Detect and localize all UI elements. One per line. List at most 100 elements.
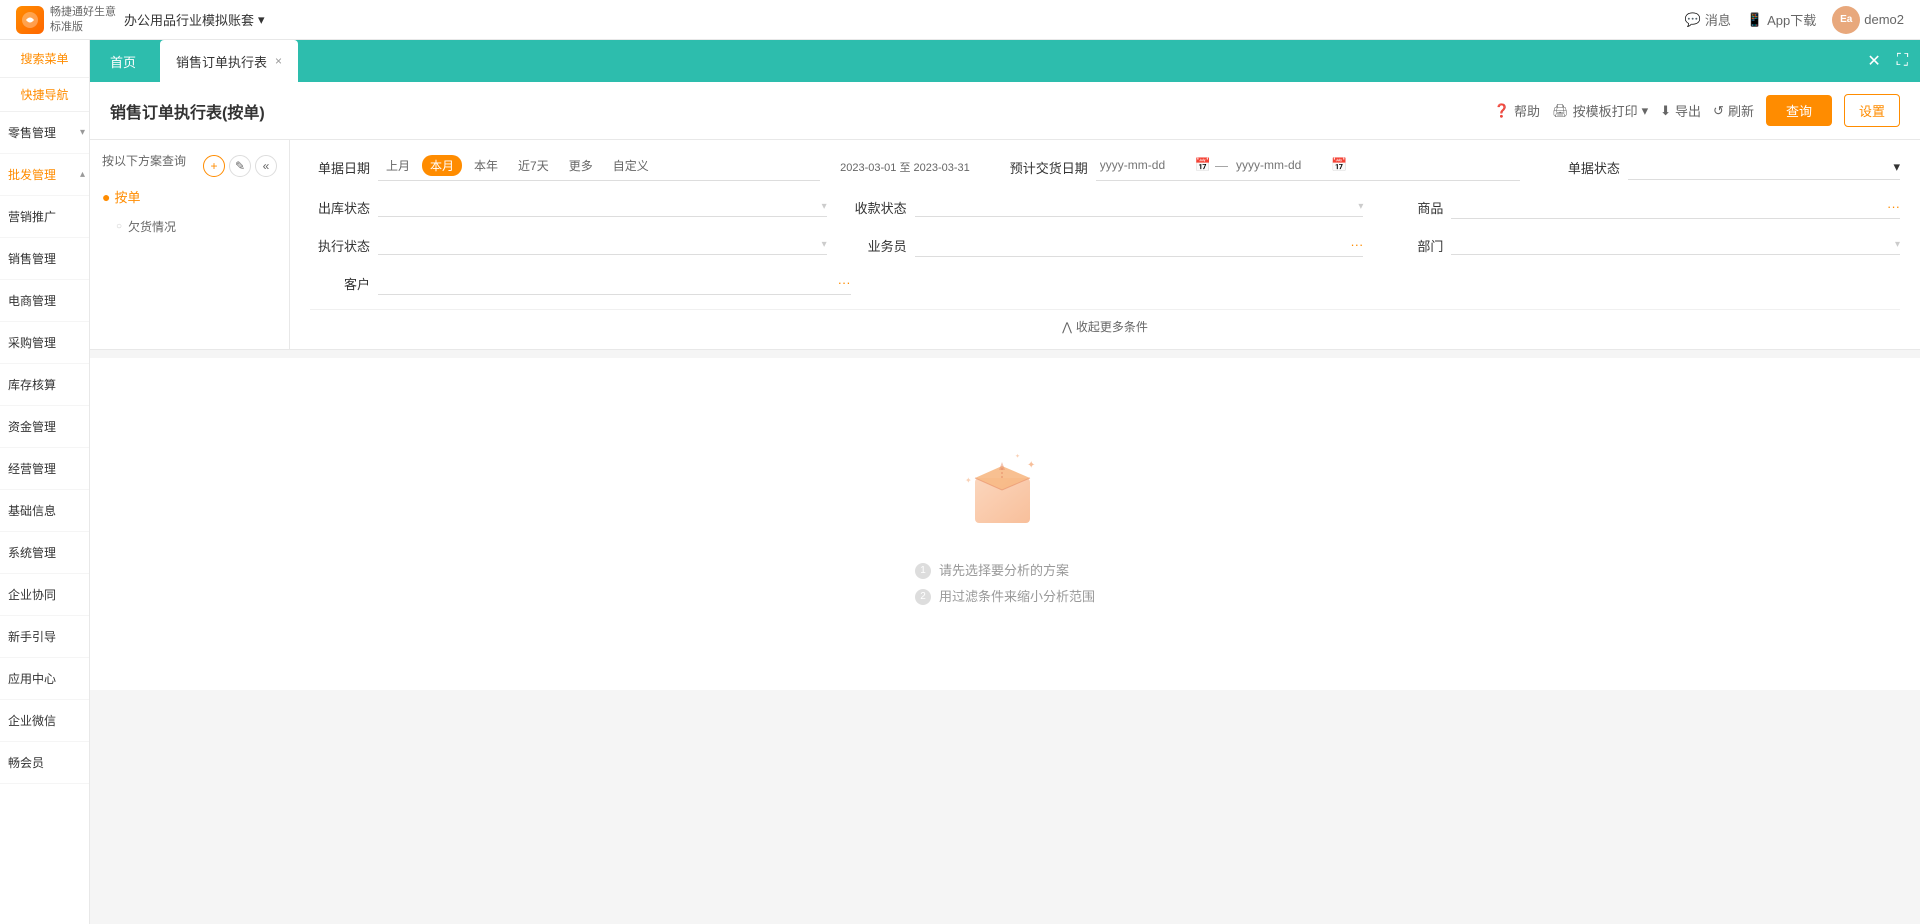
collection-status-select[interactable]: ▾ [915, 197, 1364, 217]
sidebar-item-wholesale[interactable]: 批发管理 ▴ [0, 154, 89, 196]
sidebar-item-newbie[interactable]: 新手引导 [0, 616, 89, 658]
collection-status-label: 收款状态 [847, 198, 907, 217]
empty-steps: 1 请先选择要分析的方案 2 用过滤条件来缩小分析范围 [915, 558, 1095, 610]
logo-text: 畅捷通好生意 标准版 [50, 5, 116, 34]
help-action[interactable]: ❓ 帮助 [1494, 101, 1540, 120]
doc-status-label: 单据状态 [1560, 158, 1620, 177]
sidebar-item-operation[interactable]: 经营管理 [0, 448, 89, 490]
edit-scheme-button[interactable]: ✎ [229, 155, 251, 177]
filter-main: 按以下方案查询 + ✎ « ● 按单 [90, 140, 1920, 349]
empty-state: ✦ ✦ ✦ 1 请先选择要分析的方案 2 用过滤条件来缩小分析范围 [90, 358, 1920, 690]
sidebar-item-app-center[interactable]: 应用中心 [0, 658, 89, 700]
tab-this-month[interactable]: 本月 [422, 155, 462, 176]
app-download-action[interactable]: 📱 App下载 [1747, 10, 1816, 29]
chevron-up-icon: ▴ [80, 169, 85, 180]
collapse-filter-button[interactable]: ⋀ 收起更多条件 [310, 309, 1900, 335]
tab-home[interactable]: 首页 [90, 40, 156, 82]
empty-illustration: ✦ ✦ ✦ [955, 438, 1055, 538]
filter-right-panel: 单据日期 上月 本月 本年 近7天 更多 自定义 [290, 140, 1920, 349]
doc-status-select[interactable]: ▾ [1628, 155, 1900, 180]
settings-button[interactable]: 设置 [1844, 94, 1900, 127]
customer-field: 客户 ··· [310, 271, 851, 295]
tab-more[interactable]: 更多 [561, 155, 601, 176]
goods-label: 商品 [1383, 198, 1443, 217]
tab-last-month[interactable]: 上月 [378, 155, 418, 176]
maximize-icon[interactable]: ⛶ [1893, 48, 1912, 74]
dept-select[interactable]: ▾ [1451, 235, 1900, 255]
sidebar-item-basic-info[interactable]: 基础信息 [0, 490, 89, 532]
filter-row-1: 单据日期 上月 本月 本年 近7天 更多 自定义 [310, 154, 1900, 181]
message-icon: 💬 [1685, 12, 1701, 28]
sidebar-search[interactable]: 搜索菜单 [0, 40, 89, 78]
dept-field: 部门 ▾ [1383, 235, 1900, 255]
expected-date-field: 预计交货日期 📅 — 📅 [1010, 154, 1520, 181]
tab-this-year[interactable]: 本年 [466, 155, 506, 176]
sidebar: 搜索菜单 快捷导航 零售管理 ▾ 批发管理 ▴ 营销推广 销售管理 电商管理 采… [0, 40, 90, 924]
sidebar-item-marketing[interactable]: 营销推广 [0, 196, 89, 238]
tab-custom[interactable]: 自定义 [605, 155, 657, 176]
date-field-label: 单据日期 [310, 158, 370, 177]
collapse-panel-button[interactable]: « [255, 155, 277, 177]
sidebar-item-purchase[interactable]: 采购管理 [0, 322, 89, 364]
user-action[interactable]: Ea demo2 [1832, 6, 1904, 34]
logo-area: 畅捷通好生意 标准版 [16, 5, 116, 34]
top-bar: 畅捷通好生意 标准版 办公用品行业模拟账套 ▾ 💬 消息 📱 App下载 Ea … [0, 0, 1920, 40]
help-icon: ❓ [1494, 103, 1510, 119]
sidebar-item-retail[interactable]: 零售管理 ▾ [0, 112, 89, 154]
page-title: 销售订单执行表(按单) [110, 99, 265, 123]
tab-sales-order[interactable]: 销售订单执行表 × [160, 40, 298, 82]
empty-step-1: 1 请先选择要分析的方案 [915, 558, 1095, 584]
calendar-end-icon[interactable]: 📅 [1331, 157, 1347, 173]
tab-last-7-days[interactable]: 近7天 [510, 155, 557, 176]
sidebar-item-wechat[interactable]: 企业微信 [0, 700, 89, 742]
sidebar-quick-nav[interactable]: 快捷导航 [0, 78, 89, 112]
sidebar-item-ecommerce[interactable]: 电商管理 [0, 280, 89, 322]
sidebar-item-enterprise[interactable]: 企业协同 [0, 574, 89, 616]
query-button[interactable]: 查询 [1766, 95, 1832, 126]
sidebar-item-inventory[interactable]: 库存核算 [0, 364, 89, 406]
customer-more-icon[interactable]: ··· [838, 275, 851, 290]
out-status-label: 出库状态 [310, 198, 370, 217]
salesperson-more-icon[interactable]: ··· [1350, 237, 1363, 252]
add-scheme-button[interactable]: + [203, 155, 225, 177]
exec-status-select[interactable]: ▾ [378, 235, 827, 255]
dept-label: 部门 [1383, 236, 1443, 255]
goods-more-icon[interactable]: ··· [1887, 199, 1900, 214]
goods-field: 商品 ··· [1383, 195, 1900, 219]
out-status-select[interactable]: ▾ [378, 197, 827, 217]
scheme-name[interactable]: ● 按单 [102, 187, 140, 206]
print-icon: 🖨 [1552, 103, 1569, 119]
filter-row-3: 执行状态 ▾ 业务员 ··· [310, 233, 1900, 257]
sidebar-item-member[interactable]: 畅会员 [0, 742, 89, 784]
close-window-icon[interactable]: ✕ [1863, 47, 1884, 75]
template-print-action[interactable]: 🖨 按模板打印 ▾ [1552, 101, 1648, 120]
chevron-right-icon: ▾ [80, 127, 85, 138]
page-header: 销售订单执行表(按单) ❓ 帮助 🖨 按模板打印 ▾ ⬇ 导出 [90, 82, 1920, 140]
collection-arrow-icon: ▾ [1358, 201, 1363, 212]
sidebar-item-capital[interactable]: 资金管理 [0, 406, 89, 448]
logo-icon [16, 6, 44, 34]
message-action[interactable]: 💬 消息 [1685, 10, 1731, 29]
expected-date-end-input[interactable] [1232, 154, 1327, 176]
page-content: 销售订单执行表(按单) ❓ 帮助 🖨 按模板打印 ▾ ⬇ 导出 [90, 82, 1920, 924]
calendar-start-icon[interactable]: 📅 [1195, 157, 1211, 173]
dept-arrow-icon: ▾ [1895, 239, 1900, 250]
filter-left-panel: 按以下方案查询 + ✎ « ● 按单 [90, 140, 290, 349]
expected-date-start-input[interactable] [1096, 154, 1191, 176]
doc-status-field: 单据状态 ▾ [1560, 155, 1900, 180]
svg-text:✦: ✦ [1015, 453, 1020, 460]
page-actions: ❓ 帮助 🖨 按模板打印 ▾ ⬇ 导出 ↺ 刷新 [1494, 94, 1900, 127]
tab-close-icon[interactable]: × [275, 54, 282, 68]
exec-status-arrow-icon: ▾ [822, 239, 827, 250]
date-field: 单据日期 上月 本月 本年 近7天 更多 自定义 [310, 155, 820, 181]
export-action[interactable]: ⬇ 导出 [1660, 101, 1701, 120]
step2-num: 2 [915, 589, 931, 605]
refresh-action[interactable]: ↺ 刷新 [1713, 101, 1754, 120]
scheme-sub-shortage[interactable]: ○ 欠货情况 [102, 214, 277, 239]
app-selector[interactable]: 办公用品行业模拟账套 ▾ [124, 10, 265, 29]
tab-bar-actions: ✕ ⛶ [1863, 47, 1920, 75]
scheme-item-by-order[interactable]: ● 按单 [102, 187, 277, 206]
sidebar-item-sales[interactable]: 销售管理 [0, 238, 89, 280]
step1-num: 1 [915, 563, 931, 579]
sidebar-item-system[interactable]: 系统管理 [0, 532, 89, 574]
